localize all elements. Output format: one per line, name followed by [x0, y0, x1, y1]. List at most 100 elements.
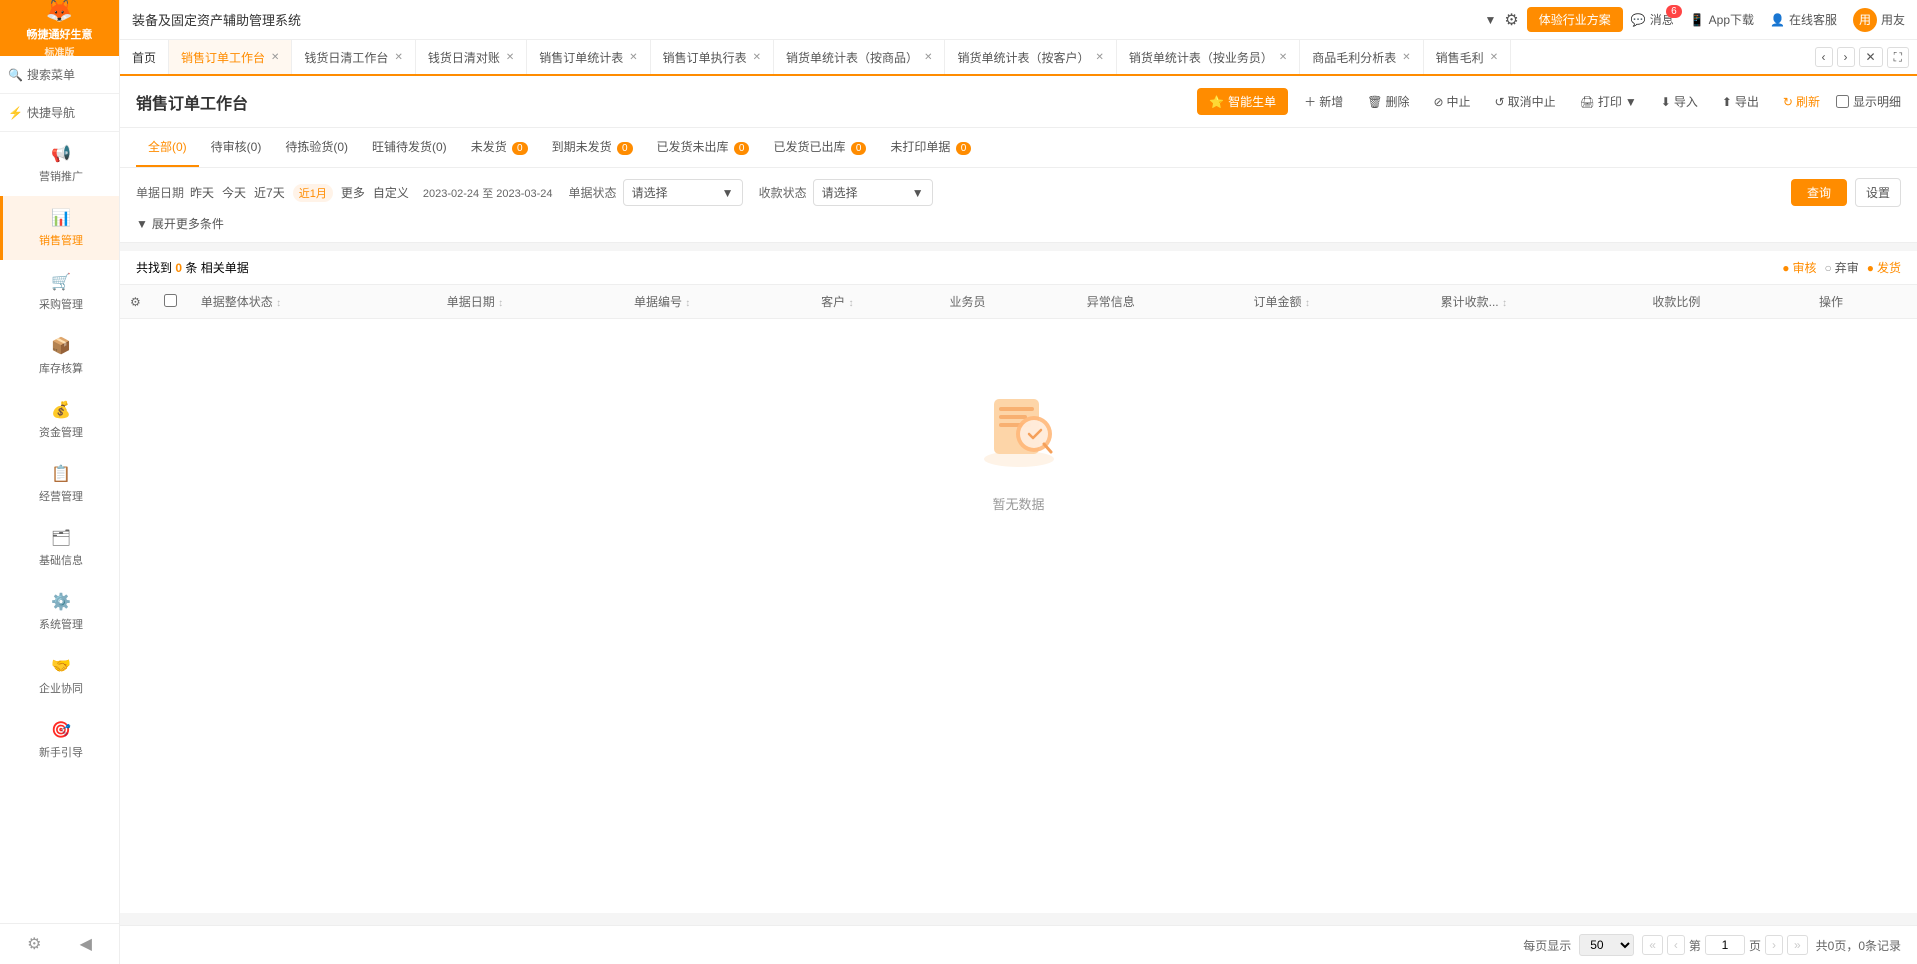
tab-gross-profit[interactable]: 商品毛利分析表 ✕ [1300, 40, 1423, 74]
filter-today[interactable]: 今天 [222, 184, 246, 201]
subtab-shipped-not-out[interactable]: 已发货未出库 0 [645, 128, 762, 167]
per-page-select[interactable]: 10 20 50 100 [1579, 934, 1634, 956]
th-amount-sort[interactable]: ↕ [1305, 298, 1310, 309]
filter-expand-btn[interactable]: ▼ 展开更多条件 [136, 215, 224, 232]
show-detail-input[interactable] [1836, 95, 1849, 108]
th-status-sort[interactable]: ↕ [276, 298, 281, 309]
tab-sales-workbench[interactable]: 销售订单工作台 ✕ [169, 40, 292, 76]
select-all-checkbox[interactable] [164, 294, 177, 307]
th-collected-sort[interactable]: ↕ [1502, 298, 1507, 309]
first-page-btn[interactable]: « [1642, 935, 1663, 955]
print-btn[interactable]: 🖨 打印 ▼ [1572, 89, 1645, 114]
sidebar-item-enterprise[interactable]: 🤝 企业协同 [0, 644, 119, 708]
prev-page-btn[interactable]: ‹ [1667, 935, 1685, 955]
user-label: 用友 [1881, 11, 1905, 28]
sidebar-item-finance[interactable]: 💰 资金管理 [0, 388, 119, 452]
subtab-overdue[interactable]: 到期未发货 0 [540, 128, 645, 167]
filter-yesterday[interactable]: 昨天 [190, 184, 214, 201]
tab-fullscreen-btn[interactable]: ⛶ [1887, 47, 1909, 68]
th-customer-sort[interactable]: ↕ [848, 298, 853, 309]
filter-status-select[interactable]: 请选择 ▼ [623, 179, 743, 206]
sidebar-item-guide[interactable]: 🎯 新手引导 [0, 708, 119, 772]
topbar-dropdown[interactable]: ▼ [1484, 13, 1496, 27]
tab-sales-summary-staff[interactable]: 销货单统计表（按业务员） ✕ [1117, 40, 1300, 74]
filter-custom[interactable]: 自定义 [373, 184, 409, 201]
sidebar-item-system[interactable]: ⚙️ 系统管理 [0, 580, 119, 644]
tab-sales-stats-close[interactable]: ✕ [629, 52, 637, 63]
tab-sales-exec[interactable]: 销售订单执行表 ✕ [651, 40, 774, 74]
filter-1month[interactable]: 近1月 [293, 184, 333, 202]
tab-next-btn[interactable]: › [1837, 47, 1855, 67]
tab-sales-summary-product-close[interactable]: ✕ [924, 52, 932, 63]
settings-bottom-icon[interactable]: ⚙ [27, 934, 41, 954]
tab-cash-daily[interactable]: 钱货日清工作台 ✕ [292, 40, 415, 74]
next-page-btn[interactable]: › [1765, 935, 1783, 955]
subtab-not-shipped[interactable]: 未发货 0 [459, 128, 540, 167]
subtab-wangpu[interactable]: 旺铺待发货(0) [360, 128, 459, 167]
th-customer: 客户 ↕ [811, 285, 939, 319]
tab-sales-workbench-close[interactable]: ✕ [271, 52, 279, 63]
subtab-not-printed[interactable]: 未打印单据 0 [878, 128, 983, 167]
th-checkbox[interactable] [151, 285, 191, 319]
filter-setting-btn[interactable]: 设置 [1855, 178, 1901, 207]
filter-more[interactable]: 更多 [341, 184, 365, 201]
filter-payment-select[interactable]: 请选择 ▼ [813, 179, 933, 206]
add-btn[interactable]: ＋ 新增 [1296, 89, 1351, 114]
th-settings[interactable]: ⚙ [120, 285, 151, 319]
tab-cash-daily-close[interactable]: ✕ [394, 52, 402, 63]
th-date-sort[interactable]: ↕ [498, 298, 503, 309]
sidebar-item-purchase[interactable]: 🛒 采购管理 [0, 260, 119, 324]
subtab-all[interactable]: 全部(0) [136, 128, 199, 167]
tab-sales-summary-staff-close[interactable]: ✕ [1279, 52, 1287, 63]
tab-sales-profit-close[interactable]: ✕ [1490, 52, 1498, 63]
th-number-sort[interactable]: ↕ [685, 298, 690, 309]
sidebar-item-operation[interactable]: 📋 经营管理 [0, 452, 119, 516]
sidebar-item-sales[interactable]: 📊 销售管理 [0, 196, 119, 260]
tab-sales-summary-customer-close[interactable]: ✕ [1095, 52, 1103, 63]
sidebar-item-inventory[interactable]: 📦 库存核算 [0, 324, 119, 388]
review-btn[interactable]: ● 审核 [1782, 259, 1816, 276]
sidebar-search[interactable]: 🔍 搜索菜单 [0, 56, 119, 94]
topbar-settings-icon[interactable]: ⚙ [1504, 10, 1518, 30]
export-btn[interactable]: ⬆ 导出 [1714, 89, 1767, 114]
system-title: 装备及固定资产辅助管理系统 [132, 10, 1476, 29]
smart-btn[interactable]: ⭐ 智能生单 [1197, 88, 1288, 115]
show-detail-checkbox[interactable]: 显示明细 [1836, 93, 1901, 110]
sidebar-item-basic[interactable]: 🗂 基础信息 [0, 516, 119, 580]
import-btn[interactable]: ⬇ 导入 [1653, 89, 1706, 114]
page-input[interactable] [1705, 935, 1745, 955]
tab-prev-btn[interactable]: ‹ [1815, 47, 1833, 67]
cancel-review-btn[interactable]: ○ 弃审 [1824, 259, 1858, 276]
tab-sales-summary-customer[interactable]: 销货单统计表（按客户） ✕ [945, 40, 1116, 74]
refresh-btn[interactable]: ↻ 刷新 [1775, 89, 1828, 114]
sidebar-item-marketing[interactable]: 📢 营销推广 [0, 132, 119, 196]
tab-cash-reconcile[interactable]: 钱货日清对账 ✕ [416, 40, 527, 74]
tab-sales-exec-close[interactable]: ✕ [753, 52, 761, 63]
app-download-btn[interactable]: 📱 App下载 [1690, 11, 1754, 28]
sidebar-quick-nav[interactable]: ⚡ 快捷导航 [0, 94, 119, 132]
last-page-btn[interactable]: » [1787, 935, 1808, 955]
online-service-btn[interactable]: 👤 在线客服 [1770, 11, 1837, 28]
delete-btn[interactable]: 🗑 删除 [1359, 89, 1417, 114]
tab-sales-stats[interactable]: 销售订单统计表 ✕ [527, 40, 650, 74]
tab-sales-summary-product[interactable]: 销货单统计表（按商品） ✕ [774, 40, 945, 74]
tab-home[interactable]: 首页 [120, 40, 169, 74]
filter-7days[interactable]: 近7天 [254, 184, 285, 201]
tab-gross-profit-close[interactable]: ✕ [1402, 52, 1410, 63]
subtab-shipped-out[interactable]: 已发货已出库 0 [761, 128, 878, 167]
industry-btn[interactable]: 体验行业方案 [1527, 7, 1623, 32]
subtab-pending-review[interactable]: 待审核(0) [199, 128, 274, 167]
search-btn[interactable]: 查询 [1791, 179, 1847, 206]
ship-btn[interactable]: ● 发货 [1867, 259, 1901, 276]
cancel-stop-btn[interactable]: ↺ 取消中止 [1487, 89, 1564, 114]
tab-sales-profit[interactable]: 销售毛利 ✕ [1424, 40, 1511, 74]
message-btn[interactable]: 💬 消息 6 [1631, 11, 1674, 28]
tab-cash-reconcile-close[interactable]: ✕ [506, 52, 514, 63]
stop-btn[interactable]: ⊘ 中止 [1425, 89, 1478, 114]
subtab-pending-inspect[interactable]: 待拣验货(0) [273, 128, 360, 167]
tab-close-all-btn[interactable]: ✕ [1859, 47, 1883, 67]
user-btn[interactable]: 用 用友 [1853, 8, 1905, 32]
collapse-icon[interactable]: ◀ [80, 934, 92, 954]
horizontal-scrollbar[interactable] [120, 913, 1917, 925]
column-settings-icon[interactable]: ⚙ [130, 295, 141, 309]
